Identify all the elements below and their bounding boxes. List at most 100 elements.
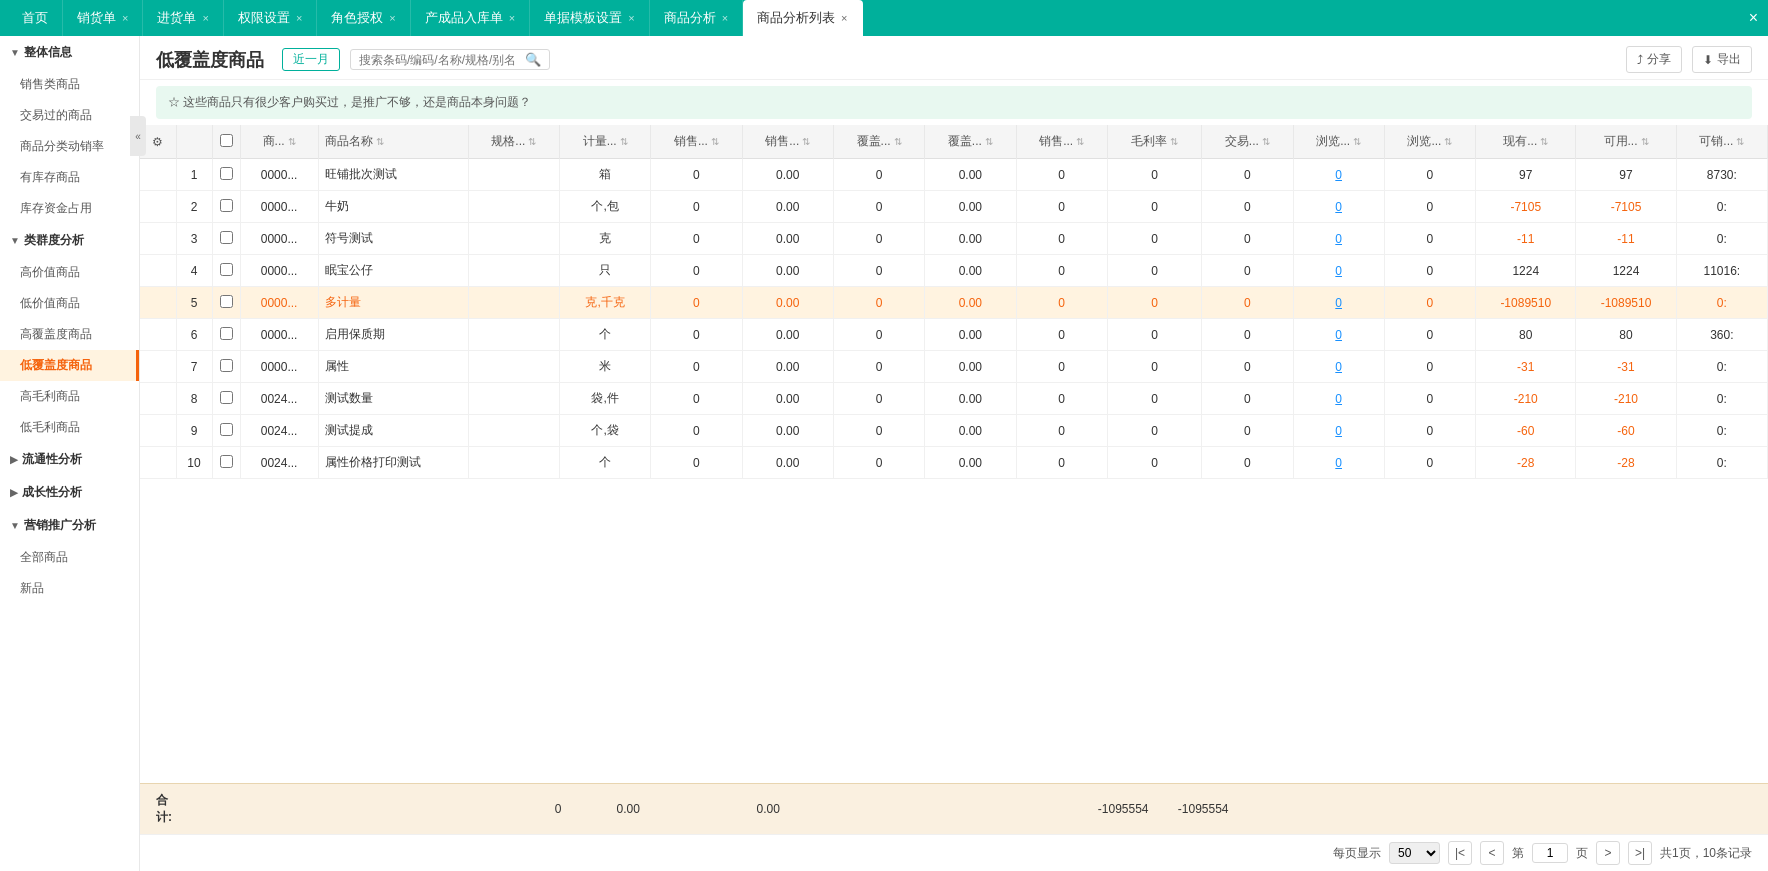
search-icon[interactable]: 🔍: [525, 52, 541, 67]
cell-browse1[interactable]: 0: [1293, 447, 1384, 479]
search-input[interactable]: [359, 53, 525, 67]
close-icon[interactable]: ×: [722, 12, 728, 24]
sidebar-section-marketing[interactable]: ▼ 营销推广分析: [0, 509, 139, 542]
cell-checkbox[interactable]: [212, 191, 240, 223]
sidebar-item-all-goods[interactable]: 全部商品: [0, 542, 139, 573]
close-icon[interactable]: ×: [296, 12, 302, 24]
sidebar-item-low-margin[interactable]: 低毛利商品: [0, 412, 139, 443]
sidebar-item-low-value[interactable]: 低价值商品: [0, 288, 139, 319]
close-icon[interactable]: ×: [202, 12, 208, 24]
th-current-stock[interactable]: 现有...⇅: [1476, 125, 1576, 159]
row-checkbox[interactable]: [220, 423, 233, 436]
th-gross-rate[interactable]: 毛利率⇅: [1107, 125, 1201, 159]
th-available[interactable]: 可用...⇅: [1576, 125, 1676, 159]
cell-checkbox[interactable]: [212, 223, 240, 255]
th-name[interactable]: 商品名称⇅: [318, 125, 468, 159]
th-cover2[interactable]: 覆盖...⇅: [925, 125, 1016, 159]
prev-page-button[interactable]: <: [1480, 841, 1504, 865]
sidebar-section-growth[interactable]: ▶ 成长性分析: [0, 476, 139, 509]
sidebar-item-high-value[interactable]: 高价值商品: [0, 257, 139, 288]
th-browse1[interactable]: 浏览...⇅: [1293, 125, 1384, 159]
sidebar-item-traded-goods[interactable]: 交易过的商品: [0, 100, 139, 131]
sidebar-item-stock-goods[interactable]: 有库存商品: [0, 162, 139, 193]
row-checkbox[interactable]: [220, 391, 233, 404]
sidebar-section-overall[interactable]: ▼ 整体信息: [0, 36, 139, 69]
th-sales-qty[interactable]: 销售...⇅: [651, 125, 742, 159]
th-sales-amt[interactable]: 销售...⇅: [742, 125, 833, 159]
sidebar-section-circulation[interactable]: ▶ 流通性分析: [0, 443, 139, 476]
nav-tab-template[interactable]: 单据模板设置 ×: [530, 0, 649, 36]
cell-checkbox[interactable]: [212, 319, 240, 351]
cell-browse1[interactable]: 0: [1293, 159, 1384, 191]
th-trade[interactable]: 交易...⇅: [1202, 125, 1293, 159]
row-checkbox[interactable]: [220, 295, 233, 308]
sidebar-section-cluster[interactable]: ▼ 类群度分析: [0, 224, 139, 257]
cell-browse1[interactable]: 0: [1293, 351, 1384, 383]
sidebar-item-high-margin[interactable]: 高毛利商品: [0, 381, 139, 412]
close-icon[interactable]: ×: [628, 12, 634, 24]
close-icon[interactable]: ×: [841, 12, 847, 24]
cell-checkbox[interactable]: [212, 383, 240, 415]
nav-tab-analysis[interactable]: 商品分析 ×: [650, 0, 743, 36]
nav-tab-analysis-list[interactable]: 商品分析列表 ×: [743, 0, 862, 36]
nav-tab-warehouse[interactable]: 产成品入库单 ×: [411, 0, 530, 36]
page-input[interactable]: [1532, 843, 1568, 863]
row-checkbox[interactable]: [220, 199, 233, 212]
cell-checkbox[interactable]: [212, 351, 240, 383]
cell-browse1[interactable]: 0: [1293, 383, 1384, 415]
sidebar-item-high-coverage[interactable]: 高覆盖度商品: [0, 319, 139, 350]
cell-current-stock: -11: [1476, 223, 1576, 255]
th-cover1[interactable]: 覆盖...⇅: [833, 125, 924, 159]
nav-tab-purchase[interactable]: 进货单 ×: [143, 0, 223, 36]
row-checkbox[interactable]: [220, 167, 233, 180]
cell-checkbox[interactable]: [212, 255, 240, 287]
next-page-button[interactable]: >: [1596, 841, 1620, 865]
row-checkbox[interactable]: [220, 455, 233, 468]
row-checkbox[interactable]: [220, 327, 233, 340]
cell-browse1[interactable]: 0: [1293, 191, 1384, 223]
nav-tab-permission[interactable]: 权限设置 ×: [224, 0, 317, 36]
row-checkbox[interactable]: [220, 359, 233, 372]
th-spec[interactable]: 规格...⇅: [468, 125, 559, 159]
sidebar-item-low-coverage[interactable]: 低覆盖度商品: [0, 350, 139, 381]
select-all-checkbox[interactable]: [220, 134, 233, 147]
th-browse2[interactable]: 浏览...⇅: [1384, 125, 1475, 159]
page-size-select[interactable]: 50 100 200: [1389, 842, 1440, 864]
cell-browse1[interactable]: 0: [1293, 255, 1384, 287]
th-sales-days[interactable]: 销售...⇅: [1016, 125, 1107, 159]
cell-checkbox[interactable]: [212, 287, 240, 319]
table-wrap[interactable]: ⚙ 商...⇅ 商品名称⇅ 规格...⇅ 计量...⇅ 销售...⇅ 销售...…: [140, 125, 1768, 783]
nav-tab-role[interactable]: 角色授权 ×: [317, 0, 410, 36]
nav-tab-sales[interactable]: 销货单 ×: [63, 0, 143, 36]
cell-browse1[interactable]: 0: [1293, 415, 1384, 447]
date-filter-button[interactable]: 近一月: [282, 48, 340, 71]
th-code[interactable]: 商...⇅: [240, 125, 318, 159]
export-button[interactable]: ⬇ 导出: [1692, 46, 1752, 73]
cell-browse1[interactable]: 0: [1293, 223, 1384, 255]
row-checkbox[interactable]: [220, 231, 233, 244]
close-icon[interactable]: ×: [389, 12, 395, 24]
sidebar-item-sales-goods[interactable]: 销售类商品: [0, 69, 139, 100]
sidebar-item-new-goods[interactable]: 新品: [0, 573, 139, 604]
th-checkbox[interactable]: [212, 125, 240, 159]
close-icon[interactable]: ×: [122, 12, 128, 24]
th-saleable[interactable]: 可销...⇅: [1676, 125, 1767, 159]
cell-checkbox[interactable]: [212, 415, 240, 447]
cell-current-stock: -210: [1476, 383, 1576, 415]
first-page-button[interactable]: |<: [1448, 841, 1472, 865]
row-checkbox[interactable]: [220, 263, 233, 276]
nav-tab-home[interactable]: 首页: [8, 0, 63, 36]
cell-browse1[interactable]: 0: [1293, 319, 1384, 351]
last-page-button[interactable]: >|: [1628, 841, 1652, 865]
share-button[interactable]: ⤴ 分享: [1626, 46, 1682, 73]
cell-browse1[interactable]: 0: [1293, 287, 1384, 319]
cell-checkbox[interactable]: [212, 447, 240, 479]
cell-checkbox[interactable]: [212, 159, 240, 191]
total-cover2: 0.00: [733, 802, 803, 816]
sidebar-collapse-button[interactable]: «: [130, 116, 146, 156]
close-icon[interactable]: ×: [509, 12, 515, 24]
th-unit[interactable]: 计量...⇅: [560, 125, 651, 159]
close-all-button[interactable]: ×: [1749, 9, 1758, 27]
sidebar-item-category-rate[interactable]: 商品分类动销率: [0, 131, 139, 162]
sidebar-item-stock-capital[interactable]: 库存资金占用: [0, 193, 139, 224]
